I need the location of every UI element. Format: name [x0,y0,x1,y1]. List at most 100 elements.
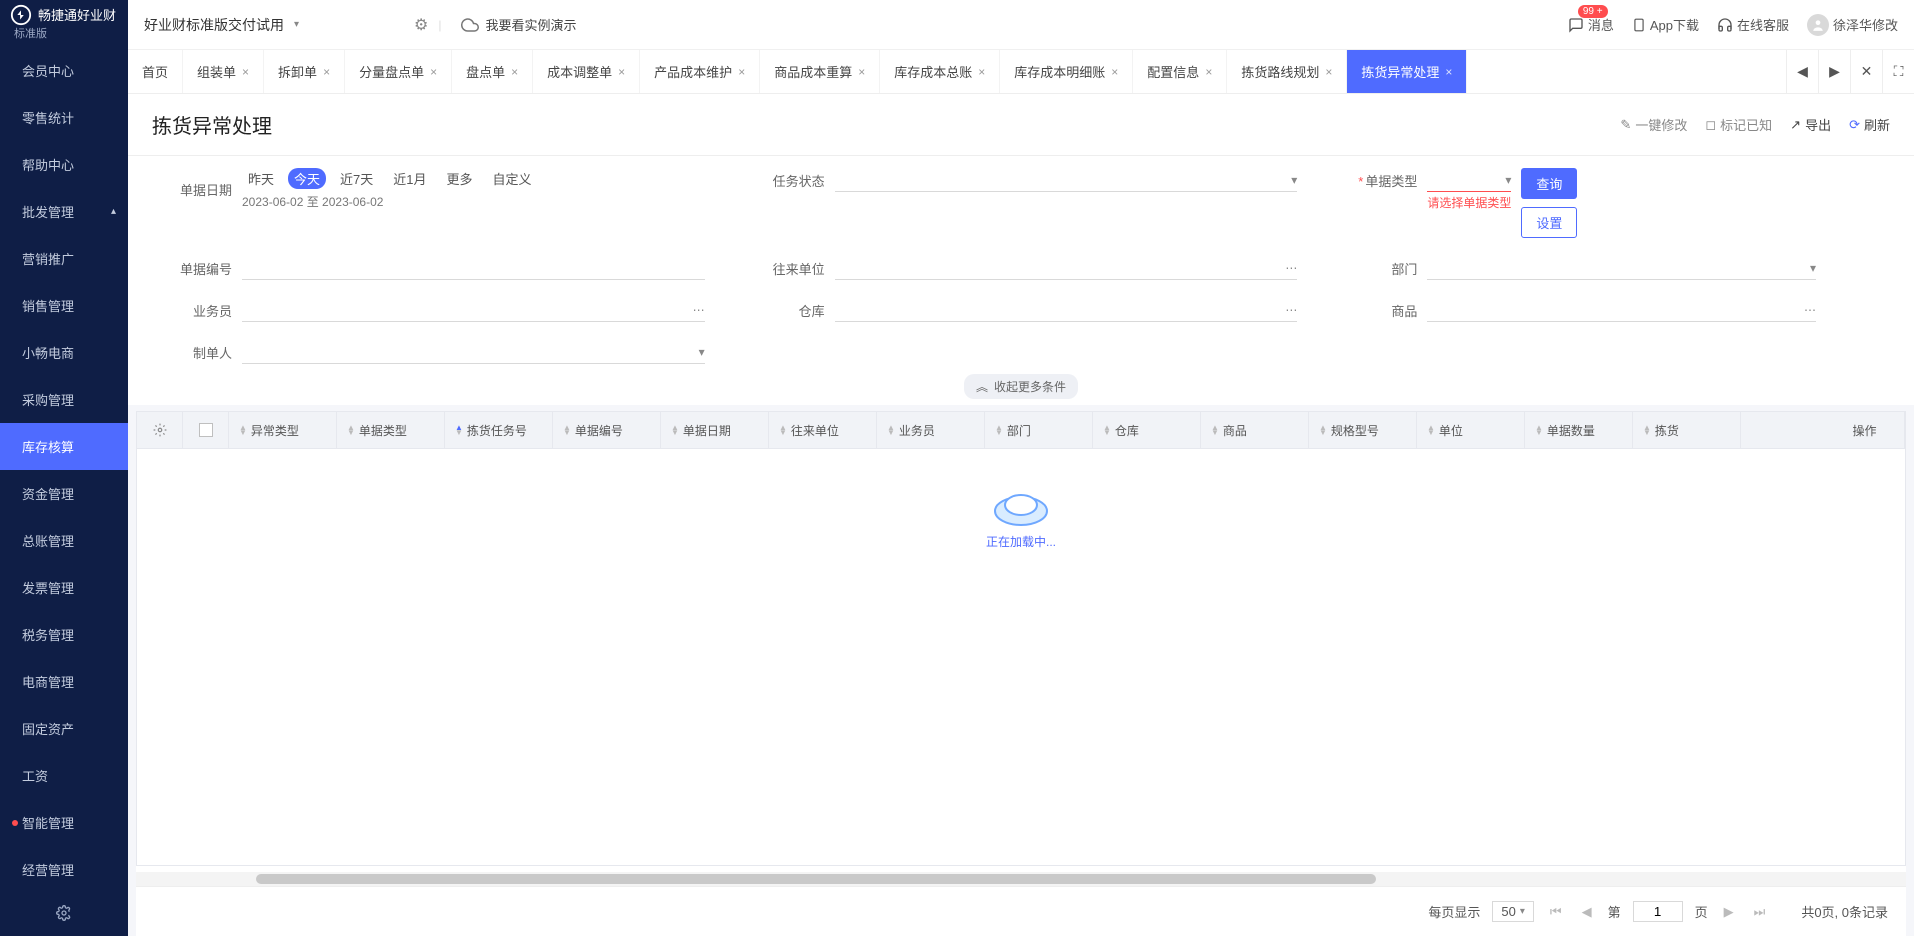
tab-12[interactable]: 拣货异常处理× [1347,50,1467,93]
tab-3[interactable]: 分量盘点单× [345,50,452,93]
filter-warehouse[interactable]: 仓库 ⋯ [745,298,1298,322]
sidebar-item-7[interactable]: 采购管理 [0,376,128,423]
th-6[interactable]: ▲▼业务员 [877,412,985,448]
more-icon[interactable]: ⋯ [693,303,705,317]
company-selector[interactable]: 好业财标准版交付试用 ▾ [144,15,404,35]
sidebar-item-12[interactable]: 税务管理 [0,611,128,658]
date-quick-4[interactable]: 更多 [441,168,479,189]
filter-maker[interactable]: 制单人 ▾ [152,340,705,364]
messages-button[interactable]: 99 + 消息 [1568,15,1614,34]
pager-first[interactable]: ⏮ [1546,904,1566,920]
tabs-close-button[interactable]: ✕ [1850,50,1882,93]
th-5[interactable]: ▲▼往来单位 [769,412,877,448]
th-1[interactable]: ▲▼单据类型 [337,412,445,448]
th-12[interactable]: ▲▼单据数量 [1525,412,1633,448]
close-icon[interactable]: × [323,65,330,79]
collapse-filters-button[interactable]: ︽ 收起更多条件 [964,374,1078,399]
sidebar-item-5[interactable]: 销售管理 [0,282,128,329]
sidebar-item-6[interactable]: 小畅电商 [0,329,128,376]
tab-2[interactable]: 拆卸单× [264,50,345,93]
close-icon[interactable]: × [1325,65,1332,79]
sidebar-item-3[interactable]: 批发管理▴ [0,188,128,235]
gear-icon[interactable]: ⚙ [414,15,428,35]
close-icon[interactable]: × [618,65,625,79]
tab-6[interactable]: 产品成本维护× [640,50,760,93]
close-icon[interactable]: × [858,65,865,79]
close-icon[interactable]: × [242,65,249,79]
sidebar-settings[interactable] [0,893,128,936]
pager-prev[interactable]: ◀ [1578,904,1596,920]
user-menu[interactable]: 徐泽华修改 [1807,14,1898,36]
close-icon[interactable]: × [511,65,518,79]
filter-bill-no[interactable]: 单据编号 [152,256,705,280]
sidebar-item-13[interactable]: 电商管理 [0,658,128,705]
tab-9[interactable]: 库存成本明细账× [1000,50,1133,93]
more-icon[interactable]: ⋯ [1285,261,1297,275]
refresh-button[interactable]: ⟳ 刷新 [1849,115,1890,134]
fullscreen-button[interactable]: ⛶ [1882,50,1914,93]
more-icon[interactable]: ⋯ [1285,303,1297,317]
tab-10[interactable]: 配置信息× [1133,50,1227,93]
filter-bill-type[interactable]: 单据类型 ▾ [1337,168,1511,192]
tab-4[interactable]: 盘点单× [452,50,533,93]
close-icon[interactable]: × [1205,65,1212,79]
tab-7[interactable]: 商品成本重算× [760,50,880,93]
sidebar-item-2[interactable]: 帮助中心 [0,141,128,188]
sidebar-item-0[interactable]: 会员中心 [0,47,128,94]
select-all-checkbox[interactable] [183,412,229,448]
tabs-prev-button[interactable]: ◀ [1786,50,1818,93]
sidebar-item-11[interactable]: 发票管理 [0,564,128,611]
pager-next[interactable]: ▶ [1720,904,1738,920]
close-icon[interactable]: × [1111,65,1118,79]
table-settings-button[interactable] [137,412,183,448]
th-13[interactable]: ▲▼拣货 [1633,412,1741,448]
close-icon[interactable]: × [978,65,985,79]
date-quick-2[interactable]: 近7天 [334,168,379,189]
th-11[interactable]: ▲▼单位 [1417,412,1525,448]
sidebar-item-4[interactable]: 营销推广 [0,235,128,282]
th-4[interactable]: ▲▼单据日期 [661,412,769,448]
sidebar-item-15[interactable]: 工资 [0,752,128,799]
support-button[interactable]: 在线客服 [1717,15,1789,34]
date-quick-1[interactable]: 今天 [288,168,326,189]
close-icon[interactable]: × [430,65,437,79]
bulk-edit-button[interactable]: ✎ 一键修改 [1620,115,1687,134]
tab-5[interactable]: 成本调整单× [533,50,640,93]
th-9[interactable]: ▲▼商品 [1201,412,1309,448]
sidebar-item-10[interactable]: 总账管理 [0,517,128,564]
th-0[interactable]: ▲▼异常类型 [229,412,337,448]
page-input[interactable] [1633,901,1683,922]
sidebar-item-16[interactable]: 智能管理 [0,799,128,846]
th-10[interactable]: ▲▼规格型号 [1309,412,1417,448]
sidebar-item-17[interactable]: 经营管理 [0,846,128,893]
th-7[interactable]: ▲▼部门 [985,412,1093,448]
filter-task-status[interactable]: 任务状态 ▾ [745,168,1298,192]
filter-corr-unit[interactable]: 往来单位 ⋯ [745,256,1298,280]
date-quick-3[interactable]: 近1月 [387,168,432,189]
th-3[interactable]: ▲▼单据编号 [553,412,661,448]
mark-known-button[interactable]: ◻ 标记已知 [1705,115,1772,134]
scroll-thumb[interactable] [256,874,1376,884]
tab-11[interactable]: 拣货路线规划× [1227,50,1347,93]
settings-button[interactable]: 设置 [1521,207,1577,238]
tab-0[interactable]: 首页 [128,50,183,93]
pager-last[interactable]: ⏭ [1750,904,1770,920]
query-button[interactable]: 查询 [1521,168,1577,199]
filter-dept[interactable]: 部门 ▾ [1337,256,1816,280]
close-icon[interactable]: × [1445,65,1452,79]
date-quick-0[interactable]: 昨天 [242,168,280,189]
export-button[interactable]: ↗ 导出 [1790,115,1831,134]
demo-link[interactable]: 我要看实例演示 [461,15,576,34]
sidebar-item-1[interactable]: 零售统计 [0,94,128,141]
page-size-select[interactable]: 50 ▾ [1492,901,1534,922]
tab-8[interactable]: 库存成本总账× [880,50,1000,93]
filter-product[interactable]: 商品 ⋯ [1337,298,1816,322]
app-download-button[interactable]: App下载 [1632,15,1699,34]
close-icon[interactable]: × [738,65,745,79]
sidebar-item-14[interactable]: 固定资产 [0,705,128,752]
tab-1[interactable]: 组装单× [183,50,264,93]
tabs-next-button[interactable]: ▶ [1818,50,1850,93]
th-8[interactable]: ▲▼仓库 [1093,412,1201,448]
sidebar-item-9[interactable]: 资金管理 [0,470,128,517]
filter-salesman[interactable]: 业务员 ⋯ [152,298,705,322]
